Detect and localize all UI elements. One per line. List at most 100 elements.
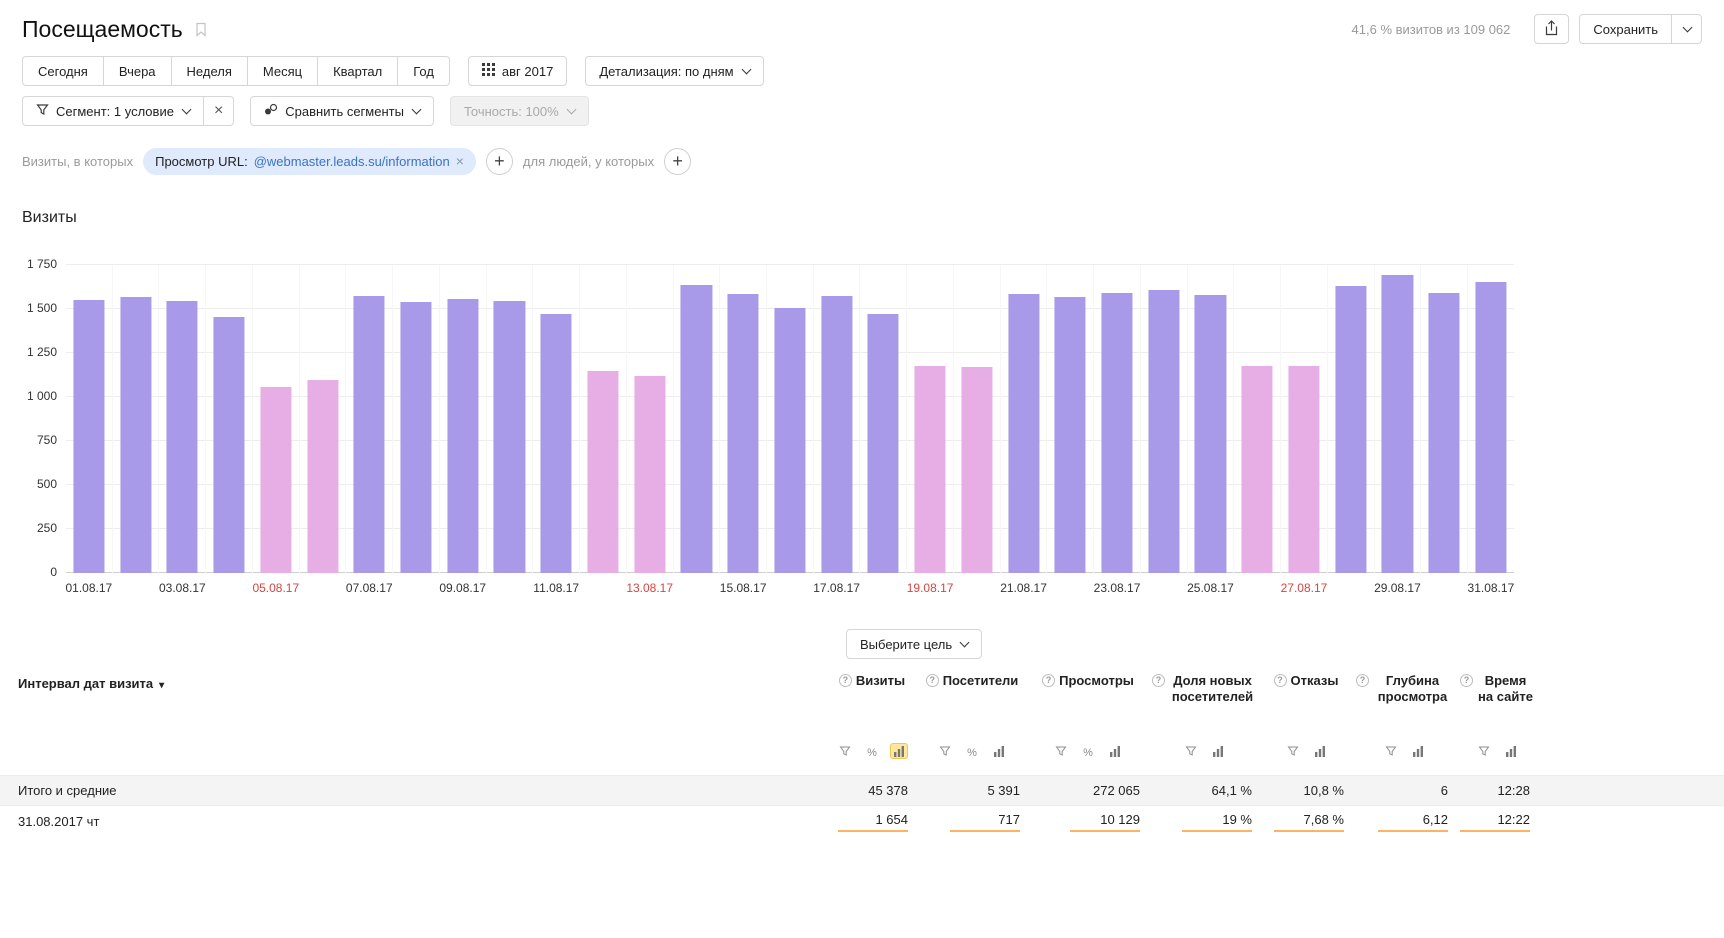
- bars-icon[interactable]: [1502, 743, 1520, 759]
- y-axis-label: 0: [50, 565, 57, 579]
- chip-remove-icon[interactable]: [456, 154, 464, 169]
- visits-bar[interactable]: [961, 367, 993, 573]
- percent-icon[interactable]: [963, 743, 981, 759]
- row-label[interactable]: 31.08.2017 чт: [0, 814, 828, 829]
- visits-bar[interactable]: [353, 296, 385, 573]
- bars-icon[interactable]: [1311, 743, 1329, 759]
- chart-bar-slot: [1233, 265, 1280, 573]
- visits-bar[interactable]: [1054, 297, 1086, 573]
- filter-icon[interactable]: [1052, 743, 1070, 759]
- segment-clear-button[interactable]: [202, 96, 235, 126]
- y-axis-label: 500: [36, 477, 57, 491]
- calendar-grid-icon: [481, 63, 495, 79]
- help-icon[interactable]: [1273, 674, 1287, 687]
- visits-bar[interactable]: [1475, 282, 1507, 573]
- bars-icon[interactable]: [1409, 743, 1427, 759]
- add-visit-condition-button[interactable]: [485, 148, 513, 175]
- bars-icon[interactable]: [1106, 743, 1124, 759]
- visits-bar[interactable]: [1381, 275, 1413, 573]
- visits-bar[interactable]: [867, 314, 899, 573]
- visits-bar[interactable]: [73, 300, 105, 573]
- help-icon[interactable]: [1460, 674, 1473, 687]
- date-preset-button[interactable]: Сегодня: [22, 56, 104, 86]
- chart-bar-slot: [485, 265, 533, 573]
- date-preset-button[interactable]: Неделя: [170, 56, 248, 86]
- metric-header[interactable]: Визиты: [838, 673, 905, 689]
- goal-select-button[interactable]: Выберите цель: [846, 629, 983, 659]
- visits-bar[interactable]: [260, 387, 292, 573]
- visits-bar[interactable]: [1335, 286, 1367, 573]
- bars-icon[interactable]: [1209, 743, 1227, 759]
- metric-icons: [836, 743, 908, 759]
- date-preset-button[interactable]: Год: [397, 56, 450, 86]
- visits-bar[interactable]: [540, 314, 572, 573]
- add-people-condition-button[interactable]: [664, 148, 692, 175]
- visits-bar[interactable]: [914, 366, 946, 573]
- visits-bar[interactable]: [1008, 294, 1040, 573]
- visits-bar[interactable]: [1428, 293, 1460, 573]
- help-icon[interactable]: [838, 674, 852, 687]
- chart-bar-slot: [672, 265, 720, 573]
- chip-url-value[interactable]: @webmaster.leads.su/information: [254, 154, 450, 169]
- x-axis-label: 03.08.17: [158, 581, 206, 595]
- metric-header[interactable]: Отказы: [1273, 673, 1338, 689]
- visits-bar[interactable]: [634, 376, 666, 573]
- date-preset-button[interactable]: Месяц: [246, 56, 319, 86]
- compare-segments-button[interactable]: Сравнить сегменты: [250, 96, 434, 126]
- visits-bar[interactable]: [774, 308, 806, 573]
- visits-bar[interactable]: [306, 380, 339, 573]
- detalization-dropdown[interactable]: Детализация: по дням: [585, 56, 764, 86]
- accuracy-dropdown[interactable]: Точность: 100%: [449, 96, 589, 126]
- segment-dropdown[interactable]: Сегмент: 1 условие: [22, 96, 204, 126]
- bars-icon[interactable]: [890, 743, 908, 759]
- bookmark-icon[interactable]: [195, 22, 207, 37]
- visits-bar[interactable]: [400, 302, 432, 573]
- filter-icon[interactable]: [1182, 743, 1200, 759]
- date-preset-button[interactable]: Вчера: [102, 56, 172, 86]
- save-dropdown-button[interactable]: [1672, 14, 1702, 44]
- chart-bar-slot: [859, 265, 906, 573]
- save-button[interactable]: Сохранить: [1579, 14, 1672, 44]
- help-icon[interactable]: [925, 674, 939, 687]
- percent-icon[interactable]: [1079, 743, 1097, 759]
- metric-header[interactable]: Время на сайте: [1460, 673, 1534, 706]
- visits-bar[interactable]: [727, 294, 759, 573]
- visits-bar[interactable]: [120, 297, 152, 573]
- help-icon[interactable]: [1356, 674, 1369, 687]
- bars-icon[interactable]: [990, 743, 1008, 759]
- visits-bar[interactable]: [1194, 295, 1227, 573]
- visits-bar[interactable]: [587, 371, 619, 573]
- visits-bar[interactable]: [493, 301, 526, 573]
- metric-header[interactable]: Просмотры: [1042, 673, 1134, 689]
- row-label[interactable]: Итого и средние: [0, 783, 828, 798]
- export-button[interactable]: [1534, 14, 1570, 44]
- visits-bar[interactable]: [166, 301, 198, 573]
- segment-toolbar: Сегмент: 1 условие Сравнить сегменты Точ…: [0, 96, 1724, 126]
- filter-icon[interactable]: [836, 743, 854, 759]
- metric-header[interactable]: Доля новых посетителей: [1152, 673, 1256, 706]
- visits-bar[interactable]: [1288, 366, 1320, 573]
- visits-bar[interactable]: [1148, 290, 1180, 573]
- metric-icons: [1475, 743, 1520, 759]
- metric-header[interactable]: Посетители: [925, 673, 1018, 689]
- dates-column-header[interactable]: Интервал дат визита: [0, 673, 828, 691]
- filter-icon[interactable]: [936, 743, 954, 759]
- percent-icon[interactable]: [863, 743, 881, 759]
- calendar-period-button[interactable]: авг 2017: [467, 56, 568, 86]
- visits-bar[interactable]: [1101, 293, 1133, 573]
- visits-bar[interactable]: [821, 296, 853, 573]
- help-icon[interactable]: [1152, 674, 1165, 687]
- metric-value: 10 129: [1028, 812, 1148, 832]
- visits-bar[interactable]: [447, 299, 479, 573]
- help-icon[interactable]: [1042, 674, 1056, 687]
- filter-icon[interactable]: [1284, 743, 1302, 759]
- filter-icon[interactable]: [1475, 743, 1493, 759]
- visits-bar[interactable]: [1241, 366, 1273, 573]
- y-axis-label: 250: [36, 521, 57, 535]
- date-preset-button[interactable]: Квартал: [317, 56, 399, 86]
- visits-bar[interactable]: [680, 285, 712, 573]
- filter-icon[interactable]: [1382, 743, 1400, 759]
- url-filter-chip[interactable]: Просмотр URL: @webmaster.leads.su/inform…: [143, 148, 476, 175]
- metric-header[interactable]: Глубина просмотра: [1356, 673, 1452, 706]
- visits-bar[interactable]: [213, 317, 245, 573]
